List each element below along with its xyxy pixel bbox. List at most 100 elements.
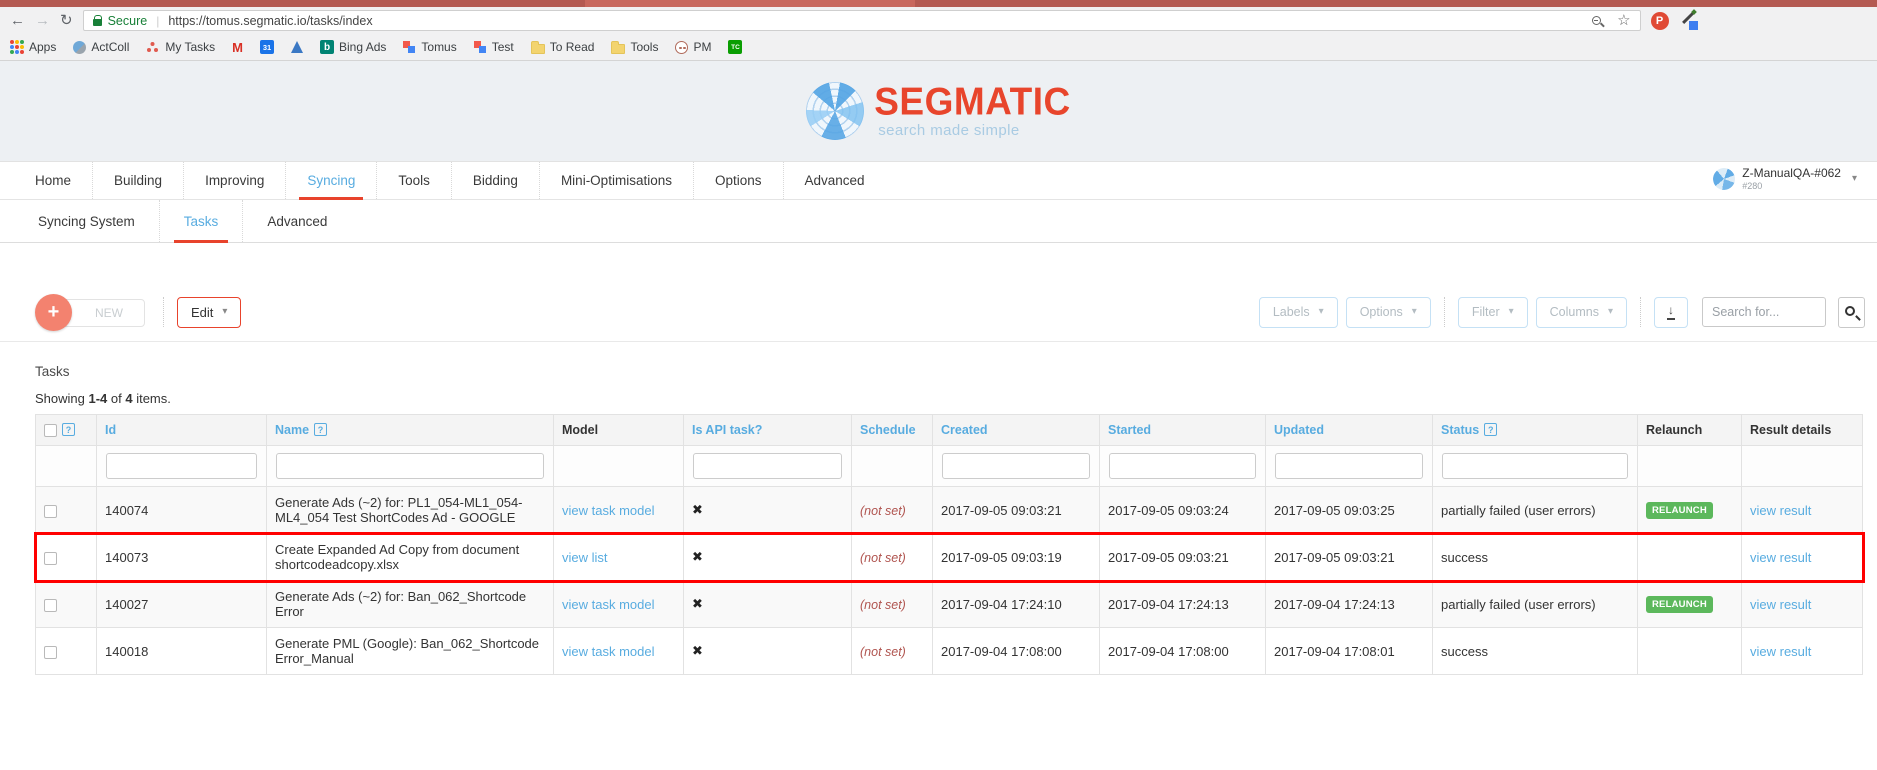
bookmark-label: My Tasks	[165, 40, 216, 54]
search-button[interactable]	[1838, 296, 1865, 328]
sort-link-schedule[interactable]: Schedule	[860, 423, 916, 437]
updated-cell: 2017-09-05 09:03:21	[1265, 533, 1433, 582]
help-icon[interactable]: ?	[1484, 423, 1498, 437]
bookmark-bing-ads[interactable]: b Bing Ads	[320, 40, 386, 54]
bookmark-tools[interactable]: Tools	[611, 40, 658, 54]
name-cell: Generate Ads (~2) for: PL1_054-ML1_054-M…	[266, 486, 554, 535]
nav-tab-syncing[interactable]: Syncing	[285, 162, 376, 200]
view-task-model-link[interactable]: view task model	[562, 597, 654, 612]
bookmark-gmail[interactable]: M	[232, 40, 243, 55]
table-row: 140018 Generate PML (Google): Ban_062_Sh…	[35, 627, 1863, 676]
col-header-started: Started	[1099, 413, 1266, 447]
folder-icon	[611, 40, 626, 54]
sort-link-updated[interactable]: Updated	[1274, 423, 1324, 437]
labels-dropdown-button[interactable]: Labels ▾	[1258, 296, 1338, 328]
nav-tab-options[interactable]: Options	[692, 162, 783, 199]
updated-filter-input[interactable]	[1275, 453, 1423, 480]
bookmark-star-icon[interactable]: ☆	[1617, 13, 1630, 28]
row-checkbox[interactable]	[44, 645, 57, 659]
nav-tab-improving[interactable]: Improving	[183, 162, 285, 199]
view-result-link[interactable]: view result	[1750, 550, 1811, 565]
forward-icon[interactable]: →	[35, 13, 50, 28]
view-result-link[interactable]: view result	[1750, 503, 1811, 518]
folder-icon	[530, 40, 545, 54]
help-icon[interactable]: ?	[62, 423, 75, 436]
columns-dropdown-button[interactable]: Columns ▾	[1535, 296, 1627, 328]
nav-tab-advanced[interactable]: Advanced	[782, 162, 886, 199]
view-result-link[interactable]: view result	[1750, 644, 1811, 659]
options-dropdown-button[interactable]: Options ▾	[1345, 296, 1431, 328]
sort-link-created[interactable]: Created	[941, 423, 988, 437]
started-filter-input[interactable]	[1109, 453, 1256, 480]
filter-cell-is-api-task	[683, 445, 852, 488]
col-header-is-api-task: Is API task?	[683, 413, 852, 447]
back-icon[interactable]: ←	[10, 13, 25, 28]
nav-tab-mini-optimisations[interactable]: Mini-Optimisations	[538, 162, 693, 199]
subnav-tab-advanced[interactable]: Advanced	[242, 200, 351, 242]
sort-link-started[interactable]: Started	[1108, 423, 1151, 437]
user-menu[interactable]: Z-ManualQA-#062 #280 ▾	[1713, 166, 1857, 191]
calendar-icon: 31	[260, 40, 275, 54]
sort-link-status[interactable]: Status	[1441, 423, 1479, 437]
active-tab-highlight[interactable]	[585, 0, 915, 7]
bookmark-calendar[interactable]: 31	[260, 40, 275, 54]
bookmark-pm[interactable]: PM	[675, 40, 711, 54]
row-checkbox[interactable]	[44, 598, 57, 612]
bookmark-label: To Read	[549, 40, 595, 54]
bookmark-apps[interactable]: Apps	[10, 40, 56, 54]
col-header-created: Created	[932, 413, 1100, 447]
zoom-out-icon[interactable]	[1592, 16, 1602, 25]
gmail-icon: M	[232, 39, 244, 55]
subnav-tab-syncing-system[interactable]: Syncing System	[14, 200, 159, 242]
row-checkbox[interactable]	[44, 551, 57, 565]
view-result-link[interactable]: view result	[1750, 597, 1811, 612]
created-filter-input[interactable]	[942, 453, 1090, 480]
nav-tab-bidding[interactable]: Bidding	[450, 162, 539, 199]
bookmark-actcoll[interactable]: ActColl	[73, 40, 129, 54]
relaunch-cell	[1637, 533, 1742, 582]
search-input[interactable]	[1702, 297, 1826, 327]
row-checkbox[interactable]	[44, 504, 57, 518]
status-filter-input[interactable]	[1442, 453, 1628, 480]
address-bar[interactable]: Secure | https://tomus.segmatic.io/tasks…	[82, 10, 1641, 31]
bookmark-tc[interactable]: TC	[728, 40, 743, 54]
pocket-extension-icon[interactable]: P	[1650, 11, 1669, 30]
download-button[interactable]: ↓	[1654, 296, 1688, 328]
sort-link-id[interactable]: Id	[105, 423, 116, 437]
id-filter-input[interactable]	[106, 453, 257, 480]
bookmark-analytics[interactable]	[291, 41, 304, 53]
subnav-tab-tasks[interactable]: Tasks	[158, 200, 243, 243]
sort-link-name[interactable]: Name	[275, 423, 309, 437]
view-list-link[interactable]: view list	[562, 550, 608, 565]
sort-link-is-api-task[interactable]: Is API task?	[692, 423, 762, 437]
created-cell: 2017-09-04 17:24:10	[932, 580, 1100, 629]
bookmark-my-tasks[interactable]: My Tasks	[146, 40, 215, 54]
new-button[interactable]: NEW +	[35, 293, 147, 331]
bookmark-to-read[interactable]: To Read	[530, 40, 595, 54]
logo-tagline: search made simple	[878, 122, 1020, 139]
filter-cell-relaunch	[1637, 445, 1742, 488]
relaunch-button[interactable]: RELAUNCH	[1646, 596, 1713, 614]
analytics-icon	[291, 41, 304, 53]
bookmark-test[interactable]: Test	[473, 40, 514, 54]
relaunch-button[interactable]: RELAUNCH	[1646, 502, 1713, 520]
bookmark-tomus[interactable]: Tomus	[403, 40, 457, 54]
plus-icon[interactable]: +	[35, 293, 72, 331]
select-all-checkbox[interactable]	[44, 424, 57, 438]
filter-dropdown-button[interactable]: Filter ▾	[1457, 296, 1528, 328]
filter-cell-result	[1741, 445, 1863, 488]
is-api-task-filter-input[interactable]	[693, 453, 842, 480]
view-task-model-link[interactable]: view task model	[562, 644, 654, 659]
edit-button[interactable]: Edit ▾	[177, 296, 242, 328]
refresh-icon[interactable]: ↻	[60, 13, 73, 28]
nav-tab-home[interactable]: Home	[14, 162, 92, 199]
name-filter-input[interactable]	[276, 453, 544, 480]
nav-tab-tools[interactable]: Tools	[376, 162, 451, 199]
browser-toolbar: ← → ↻ Secure | https://tomus.segmatic.io…	[0, 7, 1877, 34]
help-icon[interactable]: ?	[314, 423, 328, 437]
nav-tab-building[interactable]: Building	[92, 162, 183, 199]
chevron-down-icon: ▾	[1411, 306, 1417, 317]
view-task-model-link[interactable]: view task model	[562, 503, 654, 518]
colorzilla-extension-icon[interactable]	[1679, 9, 1698, 30]
filter-cell-model	[553, 445, 684, 488]
